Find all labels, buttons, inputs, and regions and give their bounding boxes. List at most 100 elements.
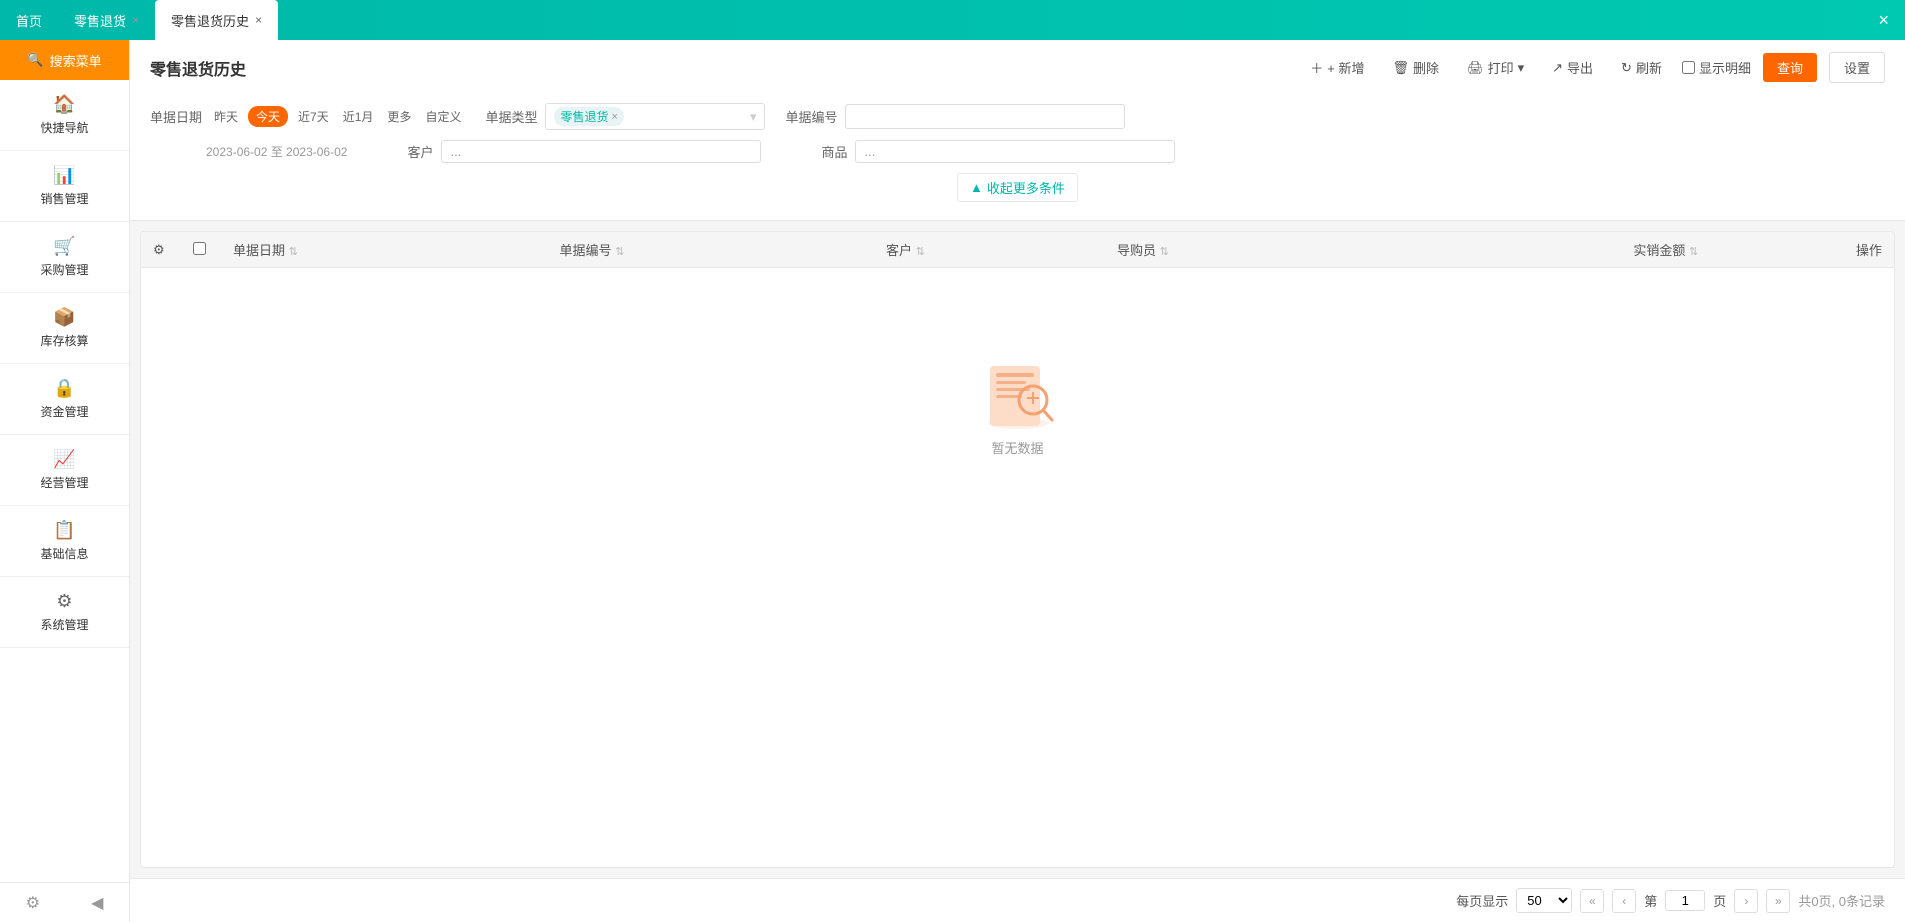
settings-bottom-icon[interactable]: ⚙ — [26, 893, 40, 913]
filter-area: 单据日期 昨天 今天 近7天 近1月 更多 自定义 单据类型 — [150, 93, 1885, 212]
goods-label: 商品 — [821, 142, 847, 161]
doc-type-tag-text: 零售退货 — [560, 108, 608, 125]
sidebar-bottom: ⚙ ◀ — [0, 882, 129, 922]
operations-mgmt-icon: 📈 — [53, 449, 75, 470]
query-button[interactable]: 查询 — [1763, 53, 1817, 82]
date-filter: 单据日期 昨天 今天 近7天 近1月 更多 自定义 — [150, 106, 465, 127]
sidebar-item-system-mgmt[interactable]: ⚙ 系统管理 — [0, 577, 129, 648]
sidebar-item-sales-mgmt[interactable]: 📊 销售管理 — [0, 151, 129, 222]
new-icon: ＋ — [1310, 58, 1323, 77]
table-wrapper: ⚙ 单据日期 ⇅ 单据编号 ⇅ 客户 — [140, 231, 1895, 868]
sidebar-item-operations-mgmt[interactable]: 📈 经营管理 — [0, 435, 129, 506]
sidebar-item-inventory-check-label: 库存核算 — [40, 332, 88, 349]
col-guide[interactable]: 导购员 ⇅ — [1105, 232, 1384, 268]
col-operation: 操作 — [1710, 232, 1894, 268]
col-operation-label: 操作 — [1856, 243, 1882, 258]
customer-label: 客户 — [407, 142, 433, 161]
sort-doc-number-icon: ⇅ — [615, 246, 624, 258]
sidebar-item-operations-mgmt-label: 经营管理 — [40, 474, 88, 491]
col-customer[interactable]: 客户 ⇅ — [874, 232, 1105, 268]
sort-doc-date-icon: ⇅ — [289, 246, 298, 258]
print-button[interactable]: 🖨 打印 ▾ — [1459, 54, 1532, 81]
new-label: + 新增 — [1327, 58, 1364, 77]
page-number-input[interactable] — [1665, 890, 1705, 911]
purchase-mgmt-icon: 🛒 — [53, 236, 75, 257]
date-filter-label: 单据日期 — [150, 107, 202, 126]
doc-type-input[interactable]: 零售退货 × ▾ — [545, 103, 765, 130]
doc-number-filter: 单据编号 — [785, 104, 1125, 129]
sidebar: 🔍 搜索菜单 🏠 快捷导航 📊 销售管理 🛒 采购管理 📦 库存核算 🔒 — [0, 40, 130, 922]
sort-actual-amount-icon: ⇅ — [1689, 246, 1698, 258]
show-detail-checkbox[interactable] — [1682, 61, 1695, 74]
customer-input[interactable]: ... — [441, 140, 761, 163]
col-doc-date[interactable]: 单据日期 ⇅ — [221, 232, 548, 268]
collapse-filter-button[interactable]: ▲ 收起更多条件 — [957, 173, 1078, 202]
date-options: 昨天 今天 近7天 近1月 更多 自定义 — [210, 106, 465, 127]
date-opt-more[interactable]: 更多 — [383, 106, 415, 127]
col-settings[interactable]: ⚙ — [141, 232, 181, 268]
date-opt-custom[interactable]: 自定义 — [421, 106, 465, 127]
delete-button[interactable]: 🗑 删除 — [1385, 54, 1448, 81]
prev-page-button[interactable]: ‹ — [1612, 889, 1636, 913]
last-page-button[interactable]: » — [1766, 889, 1790, 913]
data-table: ⚙ 单据日期 ⇅ 单据编号 ⇅ 客户 — [141, 232, 1894, 537]
date-range-display: 2023-06-02 至 2023-06-02 — [206, 143, 347, 160]
col-doc-number[interactable]: 单据编号 ⇅ — [548, 232, 875, 268]
page-unit: 页 — [1713, 891, 1726, 910]
export-button[interactable]: ↗ 导出 — [1544, 54, 1601, 81]
sidebar-item-purchase-mgmt[interactable]: 🛒 采购管理 — [0, 222, 129, 293]
col-doc-date-label: 单据日期 — [233, 243, 285, 258]
next-page-button[interactable]: › — [1734, 889, 1758, 913]
tab-retail-return[interactable]: 零售退货 × — [58, 0, 155, 40]
empty-state-cell: 暂无数据 — [141, 268, 1894, 538]
col-checkbox — [181, 232, 221, 268]
refresh-button[interactable]: ↻ 刷新 — [1613, 54, 1670, 81]
show-detail-checkbox-label[interactable]: 显示明细 — [1682, 58, 1751, 77]
col-guide-label: 导购员 — [1117, 243, 1156, 258]
empty-illustration — [968, 348, 1068, 438]
col-customer-label: 客户 — [886, 243, 912, 258]
system-mgmt-icon: ⚙ — [56, 591, 72, 612]
customer-ellipsis: ... — [450, 144, 461, 159]
col-actual-amount-label: 实销金额 — [1633, 243, 1685, 258]
doc-type-tag-close[interactable]: × — [611, 111, 617, 123]
sidebar-item-purchase-mgmt-label: 采购管理 — [40, 261, 88, 278]
date-opt-1month[interactable]: 近1月 — [339, 106, 378, 127]
sidebar-item-basic-info[interactable]: 📋 基础信息 — [0, 506, 129, 577]
sort-guide-icon: ⇅ — [1160, 246, 1169, 258]
collapse-icon: ▲ — [970, 180, 983, 195]
show-detail-label: 显示明细 — [1699, 58, 1751, 77]
tab-retail-return-history-label: 零售退货历史 — [171, 11, 249, 30]
col-actual-amount[interactable]: 实销金额 ⇅ — [1384, 232, 1711, 268]
per-page-select[interactable]: 50 10 20 100 — [1516, 888, 1572, 913]
goods-input[interactable]: ... — [855, 140, 1175, 163]
tab-retail-return-close[interactable]: × — [132, 13, 139, 27]
window-close-icon[interactable]: × — [1862, 10, 1905, 31]
settings-button[interactable]: 设置 — [1829, 52, 1885, 83]
goods-ellipsis: ... — [864, 144, 875, 159]
tab-retail-return-history-close[interactable]: × — [255, 13, 262, 27]
empty-row: 暂无数据 — [141, 268, 1894, 538]
date-opt-7days[interactable]: 近7天 — [294, 106, 333, 127]
sidebar-item-capital-mgmt[interactable]: 🔒 资金管理 — [0, 364, 129, 435]
collapse-label: 收起更多条件 — [987, 178, 1065, 197]
toolbar: ＋ + 新增 🗑 删除 🖨 打印 ▾ ↗ 导出 — [1302, 52, 1885, 83]
doc-number-input[interactable] — [845, 104, 1125, 129]
tab-retail-return-history[interactable]: 零售退货历史 × — [155, 0, 278, 40]
sidebar-item-inventory-check[interactable]: 📦 库存核算 — [0, 293, 129, 364]
collapse-sidebar-icon[interactable]: ◀ — [91, 893, 103, 913]
page-header: 零售退货历史 ＋ + 新增 🗑 删除 🖨 打印 ▾ — [130, 40, 1905, 221]
date-opt-today[interactable]: 今天 — [248, 106, 288, 127]
top-bar: 首页 零售退货 × 零售退货历史 × × — [0, 0, 1905, 40]
tab-home-label: 首页 — [16, 11, 42, 30]
sidebar-item-quick-nav[interactable]: 🏠 快捷导航 — [0, 80, 129, 151]
select-all-checkbox[interactable] — [193, 242, 206, 255]
sidebar-item-sales-mgmt-label: 销售管理 — [40, 190, 88, 207]
new-button[interactable]: ＋ + 新增 — [1302, 54, 1372, 81]
empty-state: 暂无数据 — [141, 268, 1894, 537]
date-opt-yesterday[interactable]: 昨天 — [210, 106, 242, 127]
tab-home[interactable]: 首页 — [0, 0, 58, 40]
table-header-row: ⚙ 单据日期 ⇅ 单据编号 ⇅ 客户 — [141, 232, 1894, 268]
sidebar-search[interactable]: 🔍 搜索菜单 — [0, 40, 129, 80]
first-page-button[interactable]: « — [1580, 889, 1604, 913]
